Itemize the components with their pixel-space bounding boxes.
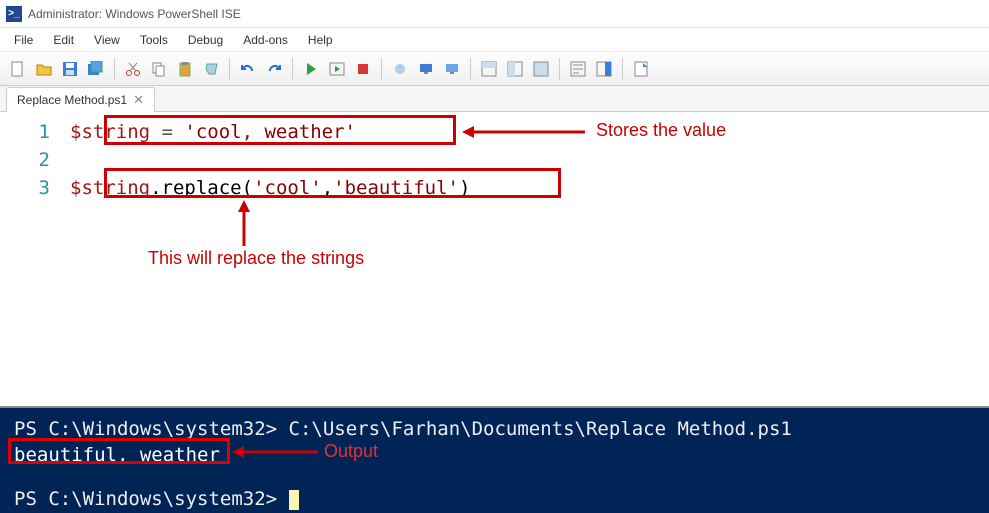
menu-edit[interactable]: Edit	[43, 30, 84, 50]
toolbar-separator	[559, 58, 560, 80]
toolbar-separator	[114, 58, 115, 80]
line-number: 2	[0, 149, 70, 171]
toolbar	[0, 52, 989, 86]
console-pane[interactable]: PS C:\Windows\system32> C:\Users\Farhan\…	[0, 406, 989, 513]
paste-button[interactable]	[173, 57, 197, 81]
layout-max-button[interactable]	[529, 57, 553, 81]
highlight-box-line1	[104, 115, 456, 145]
line-number: 3	[0, 177, 70, 199]
new-button[interactable]	[6, 57, 30, 81]
menu-tools[interactable]: Tools	[130, 30, 178, 50]
close-icon[interactable]: ✕	[133, 92, 144, 108]
show-script-button[interactable]	[477, 57, 501, 81]
remote-button[interactable]	[440, 57, 464, 81]
menu-view[interactable]: View	[84, 30, 130, 50]
arrow-stores-value	[460, 122, 590, 142]
menu-help[interactable]: Help	[298, 30, 343, 50]
highlight-box-output	[8, 438, 230, 464]
menu-debug[interactable]: Debug	[178, 30, 233, 50]
menu-bar: File Edit View Tools Debug Add-ons Help	[0, 28, 989, 52]
menu-file[interactable]: File	[4, 30, 43, 50]
undo-button[interactable]	[236, 57, 260, 81]
run-button[interactable]	[299, 57, 323, 81]
addons-pane-button[interactable]	[592, 57, 616, 81]
app-icon: >_	[6, 6, 22, 22]
toolbar-separator	[229, 58, 230, 80]
breakpoint-button[interactable]	[388, 57, 412, 81]
toolbar-separator	[381, 58, 382, 80]
tab-label: Replace Method.ps1	[17, 93, 127, 107]
console-blank-line	[14, 468, 975, 486]
menu-addons[interactable]: Add-ons	[233, 30, 298, 50]
annotation-output: Output	[324, 438, 378, 464]
new-remote-button[interactable]	[414, 57, 438, 81]
open-button[interactable]	[32, 57, 56, 81]
options-button[interactable]	[629, 57, 653, 81]
save-all-button[interactable]	[84, 57, 108, 81]
console-line-prompt2: PS C:\Windows\system32>	[14, 486, 975, 512]
tab-bar: Replace Method.ps1 ✕	[0, 86, 989, 112]
save-button[interactable]	[58, 57, 82, 81]
toolbar-separator	[622, 58, 623, 80]
run-selection-button[interactable]	[325, 57, 349, 81]
line-number: 1	[0, 121, 70, 143]
arrow-replace-strings	[234, 200, 254, 248]
cut-button[interactable]	[121, 57, 145, 81]
commands-button[interactable]	[566, 57, 590, 81]
annotation-stores-value: Stores the value	[596, 120, 726, 141]
toolbar-separator	[470, 58, 471, 80]
clear-button[interactable]	[199, 57, 223, 81]
tab-replace-method[interactable]: Replace Method.ps1 ✕	[6, 87, 155, 112]
script-editor[interactable]: 1 $string = 'cool, weather' 2 3 $string.…	[0, 112, 989, 406]
toolbar-separator	[292, 58, 293, 80]
copy-button[interactable]	[147, 57, 171, 81]
annotation-replace-strings: This will replace the strings	[148, 248, 364, 269]
arrow-output	[232, 442, 322, 462]
highlight-box-line3	[104, 168, 561, 198]
stop-button[interactable]	[351, 57, 375, 81]
window-title: Administrator: Windows PowerShell ISE	[28, 7, 241, 21]
title-bar: >_ Administrator: Windows PowerShell ISE	[0, 0, 989, 28]
layout-side-button[interactable]	[503, 57, 527, 81]
redo-button[interactable]	[262, 57, 286, 81]
cursor-icon	[289, 490, 299, 510]
